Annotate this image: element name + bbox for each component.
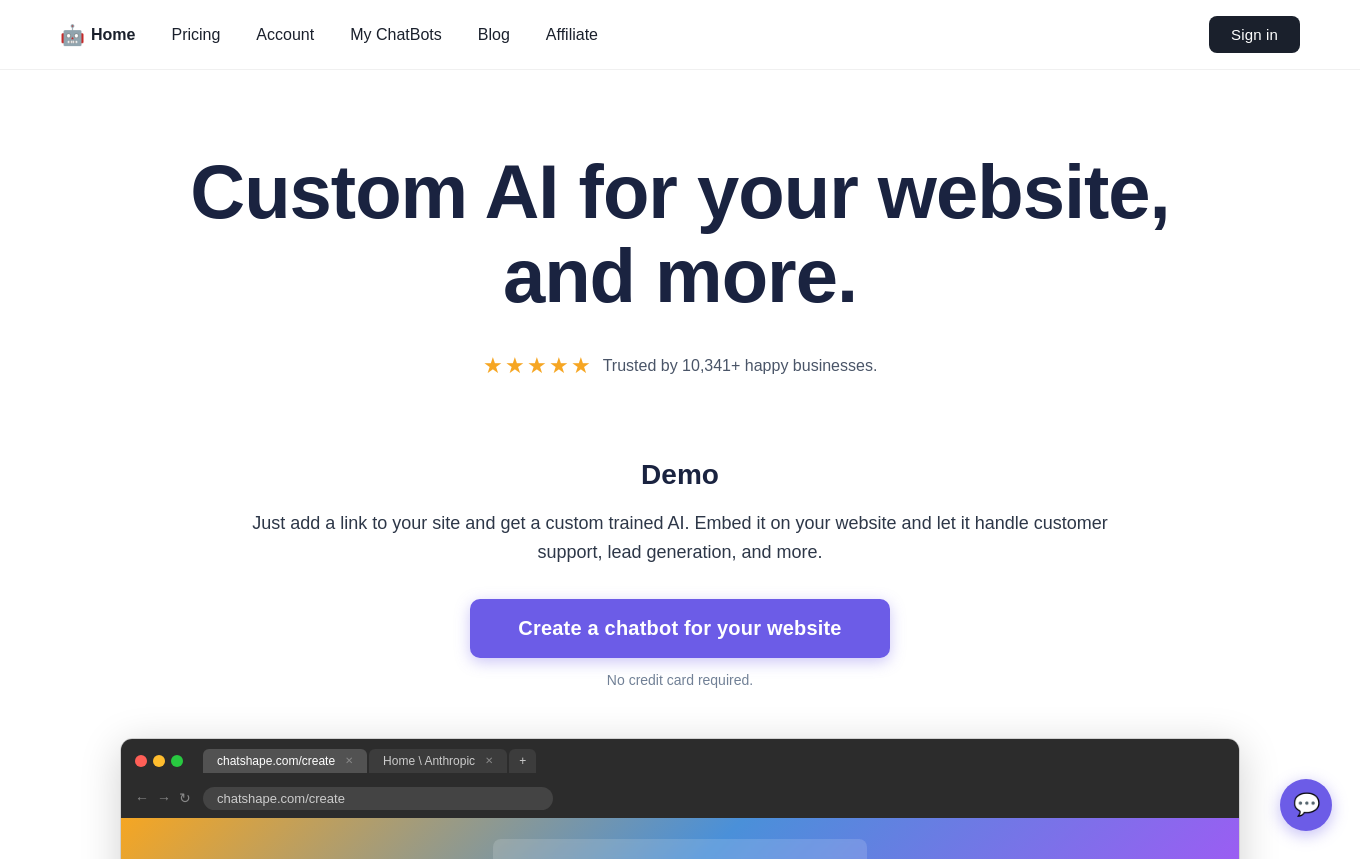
tab-2-close[interactable]: ✕	[485, 755, 493, 766]
chat-widget-icon: 💬	[1293, 792, 1320, 818]
star-1: ★	[483, 353, 503, 379]
tab-1-label: chatshape.com/create	[217, 754, 335, 768]
tab-1-close[interactable]: ✕	[345, 755, 353, 766]
cta-button[interactable]: Create a chatbot for your website	[470, 599, 889, 658]
star-rating: ★ ★ ★ ★ ★	[483, 353, 591, 379]
browser-tab-add[interactable]: +	[509, 749, 536, 773]
reload-btn[interactable]: ↻	[179, 790, 191, 806]
tab-2-label: Home \ Anthropic	[383, 754, 475, 768]
nav-link-pricing[interactable]: Pricing	[171, 26, 220, 44]
browser-content: Create chatbot	[121, 818, 1239, 859]
nav-left: 🤖 Home Pricing Account My ChatBots Blog …	[60, 23, 598, 47]
no-credit-text: No credit card required.	[607, 672, 753, 688]
trust-text: Trusted by 10,341+ happy businesses.	[603, 357, 878, 375]
navbar: 🤖 Home Pricing Account My ChatBots Blog …	[0, 0, 1360, 70]
nav-link-affiliate[interactable]: Affiliate	[546, 26, 598, 44]
demo-section: Demo Just add a link to your site and ge…	[0, 419, 1360, 718]
hero-section: Custom AI for your website, and more. ★ …	[0, 70, 1360, 419]
browser-dots	[135, 755, 183, 767]
browser-tab-1[interactable]: chatshape.com/create ✕	[203, 749, 367, 773]
browser-address-bar: ← → ↻ chatshape.com/create	[121, 783, 1239, 818]
demo-description: Just add a link to your site and get a c…	[230, 509, 1130, 567]
browser-tabs: chatshape.com/create ✕ Home \ Anthropic …	[203, 749, 1225, 773]
nav-link-account[interactable]: Account	[256, 26, 314, 44]
logo-icon: 🤖	[60, 23, 85, 47]
forward-btn[interactable]: →	[157, 790, 171, 806]
chat-widget[interactable]: 💬	[1280, 779, 1332, 831]
sign-in-button[interactable]: Sign in	[1209, 16, 1300, 53]
hero-title: Custom AI for your website, and more.	[130, 150, 1230, 317]
nav-link-blog[interactable]: Blog	[478, 26, 510, 44]
address-controls: ← → ↻	[135, 790, 191, 806]
dot-red[interactable]	[135, 755, 147, 767]
logo-text: Home	[91, 26, 135, 44]
browser-tab-2[interactable]: Home \ Anthropic ✕	[369, 749, 507, 773]
dot-yellow[interactable]	[153, 755, 165, 767]
nav-logo[interactable]: 🤖 Home	[60, 23, 135, 47]
star-4: ★	[549, 353, 569, 379]
star-5: ★	[571, 353, 591, 379]
star-2: ★	[505, 353, 525, 379]
dot-green[interactable]	[171, 755, 183, 767]
browser-content-inner: Create chatbot	[493, 839, 867, 859]
browser-bar: chatshape.com/create ✕ Home \ Anthropic …	[121, 739, 1239, 783]
address-input[interactable]: chatshape.com/create	[203, 787, 553, 810]
nav-link-my-chatbots[interactable]: My ChatBots	[350, 26, 442, 44]
star-3: ★	[527, 353, 547, 379]
back-btn[interactable]: ←	[135, 790, 149, 806]
browser-window: chatshape.com/create ✕ Home \ Anthropic …	[120, 738, 1240, 859]
screenshot-container: chatshape.com/create ✕ Home \ Anthropic …	[0, 718, 1360, 859]
trust-rating: ★ ★ ★ ★ ★ Trusted by 10,341+ happy busin…	[483, 353, 878, 379]
demo-title: Demo	[641, 459, 719, 491]
